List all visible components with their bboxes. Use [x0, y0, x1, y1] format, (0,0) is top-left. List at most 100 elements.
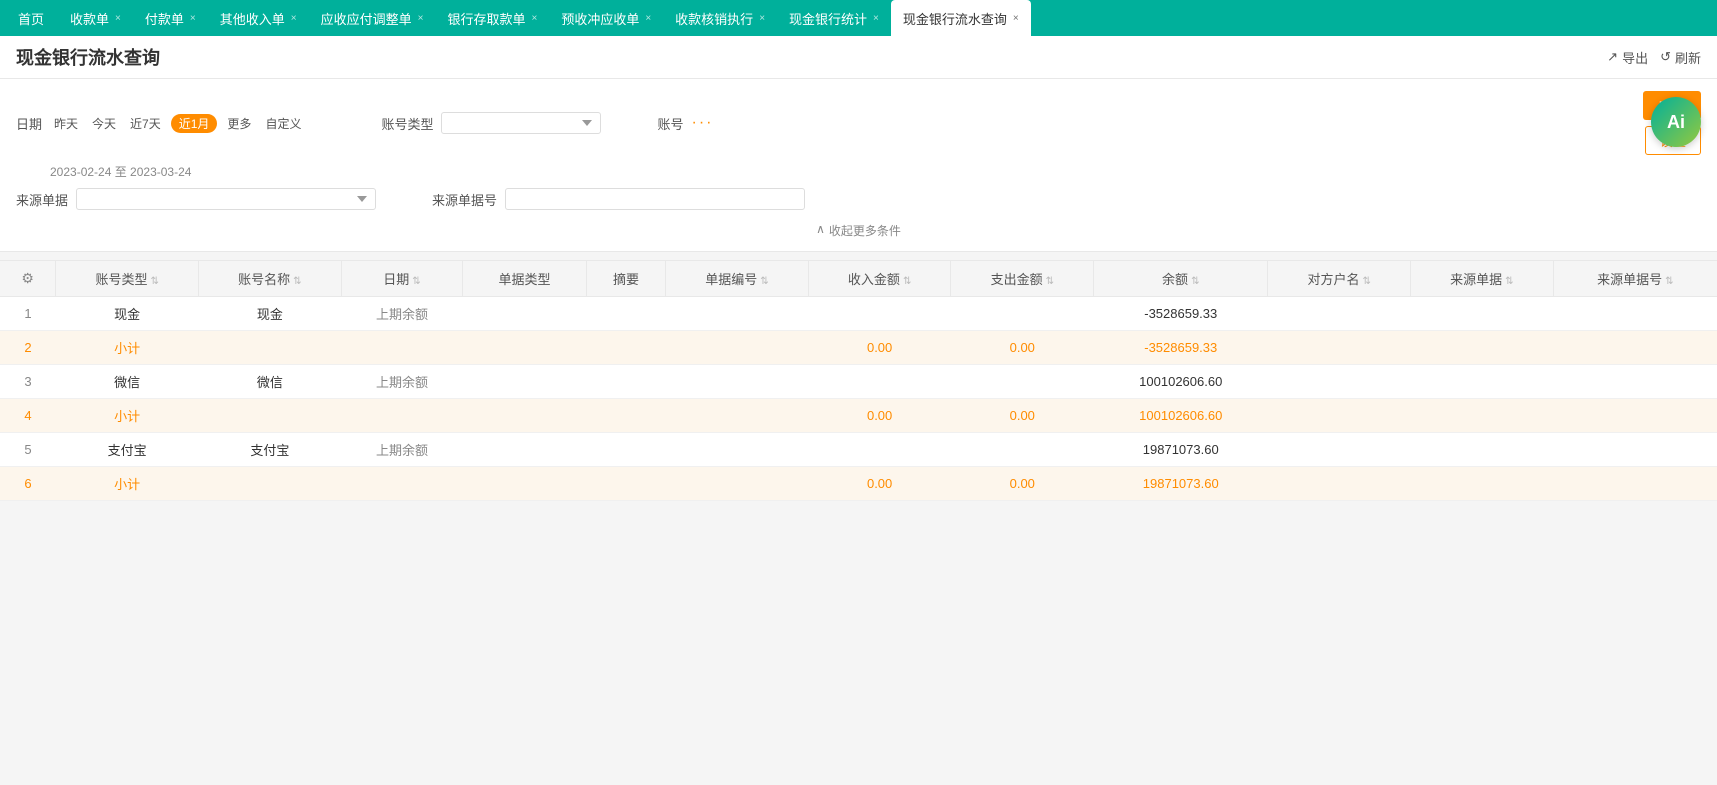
date-shortcut-自定义[interactable]: 自定义: [261, 114, 305, 133]
date-shortcut-更多[interactable]: 更多: [223, 114, 255, 133]
date-shortcut-近1月[interactable]: 近1月: [171, 114, 218, 133]
date-label: 日期: [16, 114, 42, 133]
cell-income: [808, 433, 951, 467]
tab-prepay-label: 预收冲应收单: [561, 9, 639, 28]
tab-bank-deposit-label: 银行存取款单: [447, 9, 525, 28]
cell-source_doc: [1411, 467, 1554, 501]
cell-counterpart: [1268, 433, 1411, 467]
col-account-type-header[interactable]: 账号类型⇅: [56, 261, 199, 297]
cell-doc_type: [463, 297, 586, 331]
cell-date: 上期余额: [341, 433, 463, 467]
col-date-header[interactable]: 日期⇅: [341, 261, 463, 297]
cell-index: 2: [0, 331, 56, 365]
tab-collection-close[interactable]: ×: [759, 13, 765, 24]
tab-bank-deposit-close[interactable]: ×: [531, 13, 537, 24]
source-doc-no-input[interactable]: [505, 188, 805, 210]
table-body: 1现金现金上期余额-3528659.332小计0.000.00-3528659.…: [0, 297, 1717, 501]
cell-account_name: [199, 331, 342, 365]
cell-account_type: 现金: [56, 297, 199, 331]
tab-adjust[interactable]: 应收应付调整单×: [309, 0, 436, 36]
cell-account_type: 小计: [56, 399, 199, 433]
col-index-header: ⚙: [0, 261, 56, 297]
tab-other-income-close[interactable]: ×: [291, 13, 297, 24]
col-source-doc-no-header[interactable]: 来源单据号⇅: [1553, 261, 1717, 297]
cell-doc_no: [666, 467, 809, 501]
account-more-button[interactable]: ···: [691, 114, 713, 132]
tab-payment-close[interactable]: ×: [190, 13, 196, 24]
cell-account_name: 支付宝: [199, 433, 342, 467]
cell-date: 上期余额: [341, 365, 463, 399]
table-row: 2小计0.000.00-3528659.33: [0, 331, 1717, 365]
col-account-name-sort-icon: ⇅: [293, 276, 301, 287]
col-source-doc-header[interactable]: 来源单据⇅: [1411, 261, 1554, 297]
col-source-doc-no-sort-icon: ⇅: [1665, 276, 1673, 287]
account-type-filter-group: 账号类型 现金 微信 支付宝: [381, 112, 601, 134]
account-filter-group: 账号 ···: [657, 114, 713, 133]
header-actions: ↗ 导出 ↺ 刷新: [1607, 48, 1701, 67]
tab-cash-flow-close[interactable]: ×: [1013, 13, 1019, 24]
cell-source_doc: [1411, 331, 1554, 365]
account-label: 账号: [657, 114, 683, 133]
table-settings-icon[interactable]: ⚙: [21, 270, 34, 286]
tab-bank-deposit[interactable]: 银行存取款单 ×: [435, 0, 549, 36]
filter-row-2: 来源单据 来源单据号: [16, 188, 1701, 210]
col-expense-header[interactable]: 支出金额⇅: [951, 261, 1094, 297]
cell-balance: 19871073.60: [1094, 433, 1268, 467]
export-icon: ↗: [1607, 49, 1618, 65]
date-shortcut-昨天[interactable]: 昨天: [50, 114, 82, 133]
cell-counterpart: [1268, 331, 1411, 365]
page-title: 现金银行流水查询: [16, 44, 160, 70]
col-counterpart-header[interactable]: 对方户名⇅: [1268, 261, 1411, 297]
cell-doc_no: [666, 399, 809, 433]
cell-source_doc_no: [1553, 399, 1717, 433]
tab-collection[interactable]: 收款核销执行×: [663, 0, 777, 36]
tab-adjust-close[interactable]: ×: [418, 13, 424, 24]
cell-income: [808, 365, 951, 399]
cell-source_doc: [1411, 297, 1554, 331]
tab-receipt[interactable]: 收款单 ×: [58, 0, 133, 36]
tab-receipt-close[interactable]: ×: [115, 13, 121, 24]
tab-other-income[interactable]: 其他收入单×: [208, 0, 309, 36]
cell-summary: [586, 399, 665, 433]
col-income-sort-icon: ⇅: [903, 276, 911, 287]
col-balance-sort-icon: ⇅: [1191, 276, 1199, 287]
col-income-header[interactable]: 收入金额⇅: [808, 261, 951, 297]
cell-date: 上期余额: [341, 297, 463, 331]
cell-source_doc_no: [1553, 297, 1717, 331]
tab-receipt-label: 收款单: [70, 9, 109, 28]
ai-assistant-button[interactable]: Ai: [1651, 97, 1701, 147]
nav-home[interactable]: 首页: [4, 9, 58, 28]
cell-counterpart: [1268, 365, 1411, 399]
refresh-button[interactable]: ↺ 刷新: [1660, 48, 1701, 67]
export-button[interactable]: ↗ 导出: [1607, 48, 1648, 67]
cell-summary: [586, 365, 665, 399]
cell-expense: [951, 365, 1094, 399]
cell-account_type: 支付宝: [56, 433, 199, 467]
cell-summary: [586, 297, 665, 331]
tab-cash-flow[interactable]: 现金银行流水查询×: [891, 0, 1031, 36]
col-doc-no-header[interactable]: 单据编号⇅: [666, 261, 809, 297]
col-date-sort-icon: ⇅: [412, 276, 420, 287]
col-account-name-header[interactable]: 账号名称⇅: [199, 261, 342, 297]
source-doc-select[interactable]: [76, 188, 376, 210]
cell-counterpart: [1268, 467, 1411, 501]
date-shortcut-近7天[interactable]: 近7天: [126, 114, 165, 133]
tab-cash-stat-label: 现金银行统计: [789, 9, 867, 28]
date-shortcut-今天[interactable]: 今天: [88, 114, 120, 133]
tab-cash-stat-close[interactable]: ×: [873, 13, 879, 24]
cell-doc_type: [463, 467, 586, 501]
tab-cash-stat[interactable]: 现金银行统计 ×: [777, 0, 891, 36]
col-balance-header[interactable]: 余额⇅: [1094, 261, 1268, 297]
cell-summary: [586, 467, 665, 501]
tab-payment[interactable]: 付款单×: [133, 0, 208, 36]
data-table: ⚙账号类型⇅账号名称⇅日期⇅单据类型摘要单据编号⇅收入金额⇅支出金额⇅余额⇅对方…: [0, 260, 1717, 501]
collapse-bar[interactable]: ∧ 收起更多条件: [16, 218, 1701, 243]
cell-source_doc: [1411, 365, 1554, 399]
cell-source_doc_no: [1553, 433, 1717, 467]
cell-summary: [586, 433, 665, 467]
tab-prepay-close[interactable]: ×: [645, 13, 651, 24]
col-expense-sort-icon: ⇅: [1046, 276, 1054, 287]
tab-prepay[interactable]: 预收冲应收单 ×: [549, 0, 663, 36]
cell-date: [341, 331, 463, 365]
account-type-select[interactable]: 现金 微信 支付宝: [441, 112, 601, 134]
